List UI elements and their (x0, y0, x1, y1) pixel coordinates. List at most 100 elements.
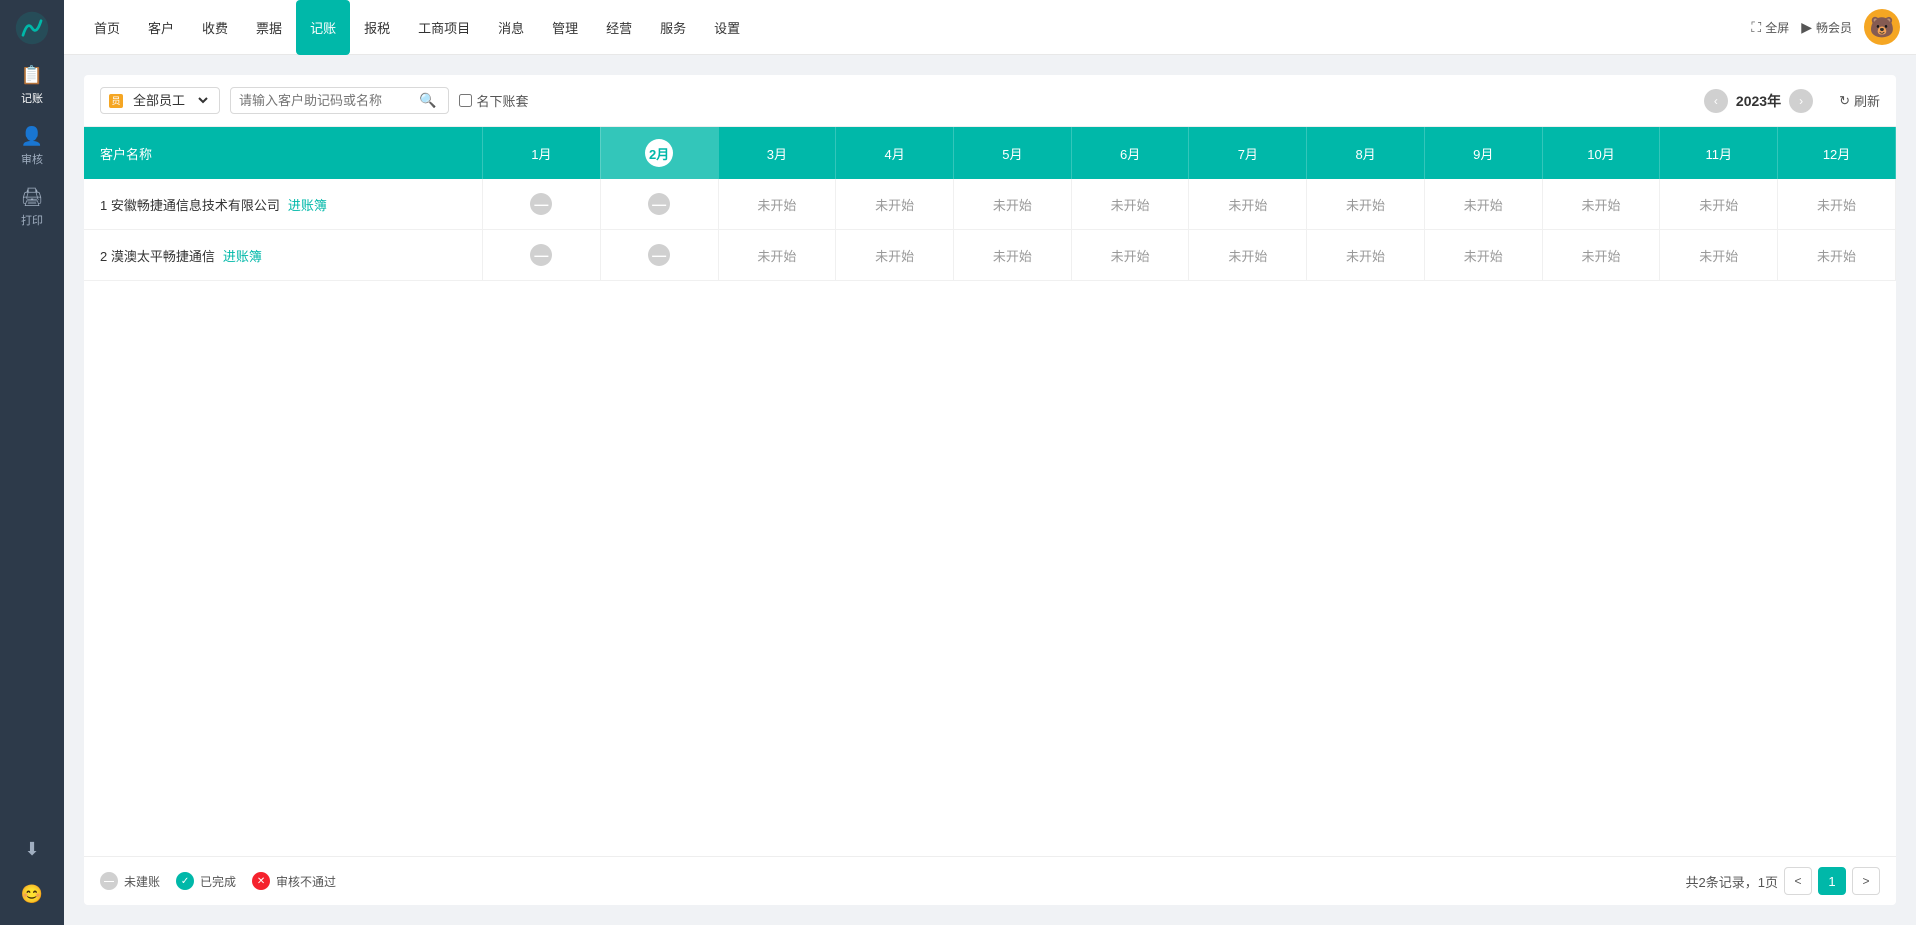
status-dot[interactable]: — (530, 193, 552, 215)
sidebar-item-support[interactable]: 😊 (0, 874, 64, 915)
month-cell-8: 未开始 (1307, 179, 1425, 230)
current-page[interactable]: 1 (1818, 867, 1846, 895)
nav-home[interactable]: 首页 (80, 0, 134, 55)
nav-business[interactable]: 工商项目 (404, 0, 484, 55)
month-cell-5: 未开始 (953, 230, 1071, 281)
legend-completed: ✓ 已完成 (176, 872, 236, 890)
month-cell-11: 未开始 (1660, 179, 1778, 230)
month-cell-10: 未开始 (1542, 179, 1660, 230)
completed-icon: ✓ (176, 872, 194, 890)
month-cell-1[interactable]: — (483, 179, 601, 230)
completed-label: 已完成 (200, 873, 236, 890)
month-cell-11: 未开始 (1660, 230, 1778, 281)
col-m9: 9月 (1424, 127, 1542, 179)
sidebar-item-review[interactable]: 👤 审核 (0, 116, 64, 177)
search-input[interactable] (239, 93, 415, 108)
search-button[interactable]: 🔍 (415, 92, 440, 109)
next-page-button[interactable]: > (1852, 867, 1880, 895)
nav-service[interactable]: 服务 (646, 0, 700, 55)
not-started-status: 未开始 (1228, 249, 1267, 264)
col-m8: 8月 (1307, 127, 1425, 179)
not-started-status: 未开始 (1699, 198, 1738, 213)
bookkeeping-icon: 📋 (21, 65, 43, 86)
month-cell-2[interactable]: — (600, 230, 718, 281)
nav-bookkeeping[interactable]: 记账 (296, 0, 350, 55)
nav-billing[interactable]: 收费 (188, 0, 242, 55)
month-cell-6: 未开始 (1071, 230, 1189, 281)
next-year-button[interactable]: › (1789, 89, 1813, 113)
fullscreen-button[interactable]: ⛶ 全屏 (1751, 19, 1789, 36)
member-button[interactable]: ▶ 畅会员 (1801, 19, 1852, 36)
support-icon: 😊 (21, 884, 43, 905)
col-m3: 3月 (718, 127, 836, 179)
month-cell-8: 未开始 (1307, 230, 1425, 281)
sidebar: 📋 记账 👤 审核 🖨 打印 ⬇ 😊 (0, 0, 64, 925)
video-icon: ▶ (1801, 19, 1812, 36)
toolbar: 员 全部员工 🔍 名下账套 ‹ 2023年 › (84, 75, 1896, 127)
customer-name: 1 安徽畅捷通信息技术有限公司 (100, 198, 280, 213)
nav-message[interactable]: 消息 (484, 0, 538, 55)
nav-operation[interactable]: 经营 (592, 0, 646, 55)
month-cell-4: 未开始 (836, 230, 954, 281)
nav-management[interactable]: 管理 (538, 0, 592, 55)
nav-customer[interactable]: 客户 (134, 0, 188, 55)
print-icon: 🖨 (21, 187, 44, 208)
not-started-status: 未开始 (1111, 249, 1150, 264)
employee-select[interactable]: 员 全部员工 (100, 87, 220, 114)
nav-invoice[interactable]: 票据 (242, 0, 296, 55)
not-started-status: 未开始 (1817, 249, 1856, 264)
user-avatar[interactable]: 🐻 (1864, 9, 1900, 45)
sidebar-item-print[interactable]: 🖨 打印 (0, 177, 64, 238)
customer-name: 2 漠澳太平畅捷通信 (100, 249, 215, 264)
review-icon: 👤 (21, 126, 43, 147)
not-started-status: 未开始 (1346, 249, 1385, 264)
month-cell-1[interactable]: — (483, 230, 601, 281)
subordinate-checkbox[interactable] (459, 94, 472, 107)
refresh-button[interactable]: ↻ 刷新 (1839, 91, 1880, 110)
nav-settings[interactable]: 设置 (700, 0, 754, 55)
not-built-label: 未建账 (124, 873, 160, 890)
not-started-status: 未开始 (993, 198, 1032, 213)
sidebar-item-bookkeeping[interactable]: 📋 记账 (0, 55, 64, 116)
footer: — 未建账 ✓ 已完成 ✕ 审核不通过 共2条记录，1页 < 1 > (84, 856, 1896, 905)
legend-not-built: — 未建账 (100, 872, 160, 890)
subordinate-checkbox-wrap[interactable]: 名下账套 (459, 91, 528, 110)
prev-page-button[interactable]: < (1784, 867, 1812, 895)
col-m5: 5月 (953, 127, 1071, 179)
not-started-status: 未开始 (1699, 249, 1738, 264)
col-name: 客户名称 (84, 127, 483, 179)
month-cell-9: 未开始 (1424, 179, 1542, 230)
enter-ledger-link[interactable]: 进账簿 (288, 198, 327, 213)
fullscreen-icon: ⛶ (1751, 19, 1761, 36)
search-input-wrap: 🔍 (230, 87, 449, 114)
sidebar-logo (0, 0, 64, 55)
table-header-row: 客户名称 1月 2月 3月 4月 5月 6月 7月 8月 9月 (84, 127, 1896, 179)
top-nav: 首页 客户 收费 票据 记账 报税 工商项目 消息 管理 经营 服务 设置 ⛶ … (64, 0, 1916, 55)
month-cell-12: 未开始 (1778, 179, 1896, 230)
month-cell-5: 未开始 (953, 179, 1071, 230)
table-wrapper: 客户名称 1月 2月 3月 4月 5月 6月 7月 8月 9月 (84, 127, 1896, 856)
not-started-status: 未开始 (1582, 198, 1621, 213)
not-started-status: 未开始 (993, 249, 1032, 264)
employee-dropdown[interactable]: 全部员工 (129, 92, 211, 109)
refresh-icon: ↻ (1839, 93, 1850, 109)
sidebar-bottom: ⬇ 😊 (0, 829, 64, 925)
pagination: 共2条记录，1页 < 1 > (1686, 867, 1880, 895)
total-text: 共2条记录，1页 (1686, 872, 1778, 891)
enter-ledger-link[interactable]: 进账簿 (223, 249, 262, 264)
status-dot[interactable]: — (530, 244, 552, 266)
month-cell-12: 未开始 (1778, 230, 1896, 281)
status-dot[interactable]: — (648, 244, 670, 266)
not-started-status: 未开始 (1111, 198, 1150, 213)
status-dot[interactable]: — (648, 193, 670, 215)
prev-year-button[interactable]: ‹ (1704, 89, 1728, 113)
sidebar-item-download[interactable]: ⬇ (0, 829, 64, 870)
main-content: 首页 客户 收费 票据 记账 报税 工商项目 消息 管理 经营 服务 设置 ⛶ … (64, 0, 1916, 925)
month-cell-4: 未开始 (836, 179, 954, 230)
legend-rejected: ✕ 审核不通过 (252, 872, 336, 890)
month-cell-3: 未开始 (718, 179, 836, 230)
col-m11: 11月 (1660, 127, 1778, 179)
month-cell-2[interactable]: — (600, 179, 718, 230)
month-cell-10: 未开始 (1542, 230, 1660, 281)
nav-tax[interactable]: 报税 (350, 0, 404, 55)
